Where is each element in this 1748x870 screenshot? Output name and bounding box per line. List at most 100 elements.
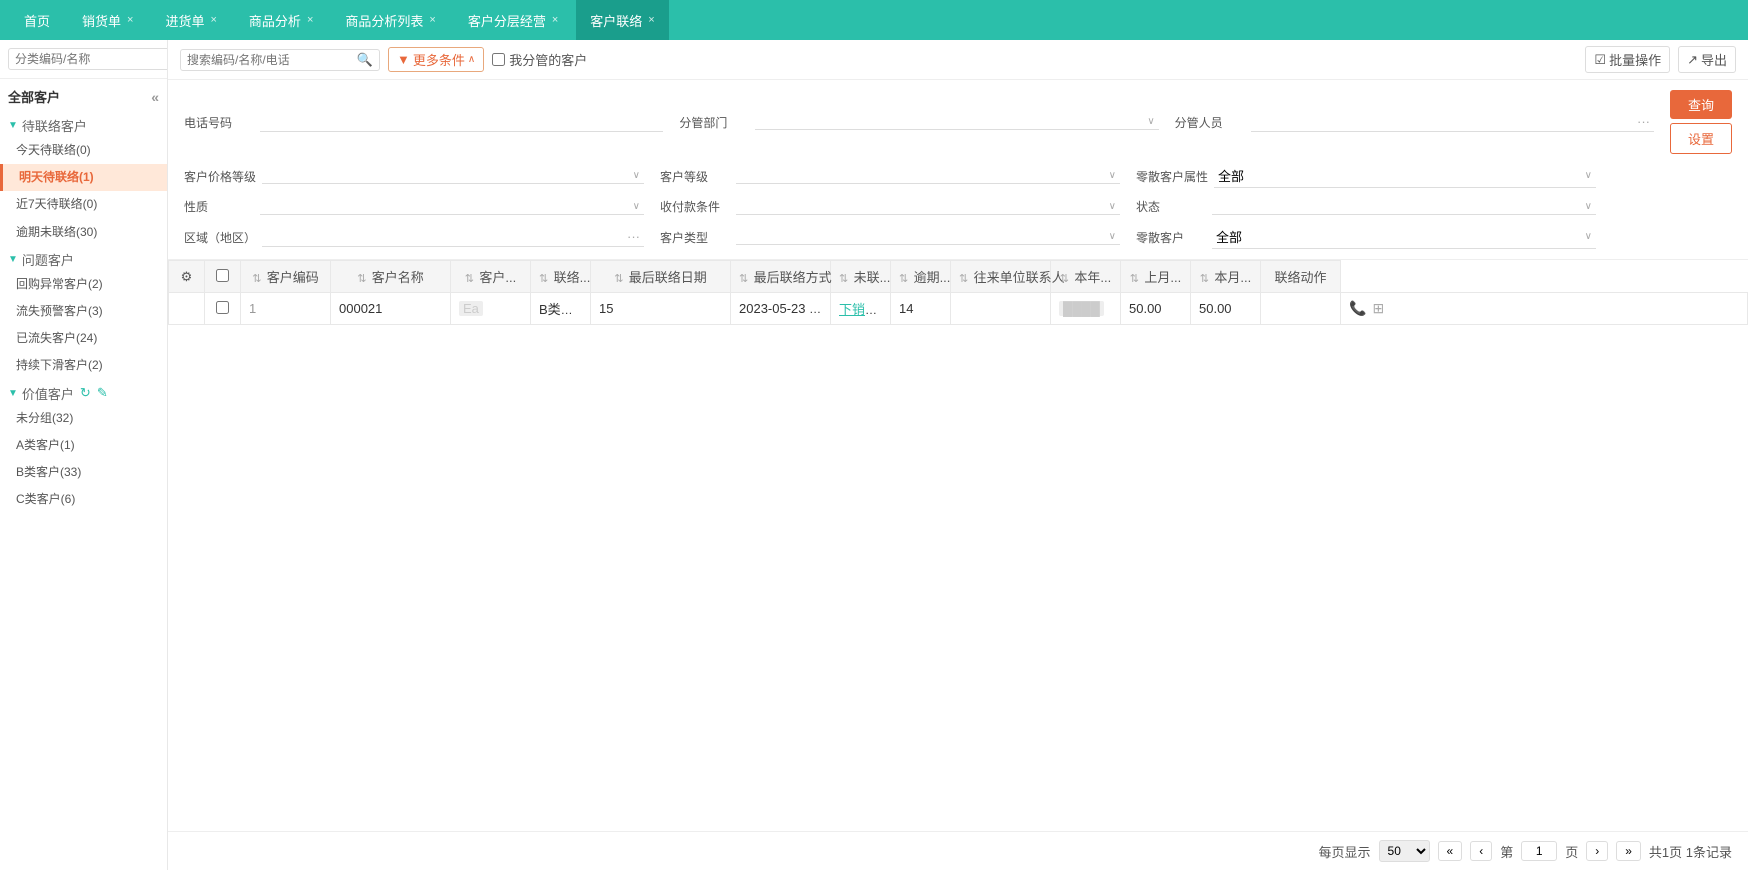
last-method-link[interactable]: 下销货单 [839, 302, 891, 317]
sort-icon-12[interactable]: ⇅ [1200, 273, 1209, 285]
filter-gender-select[interactable]: ∨ [260, 199, 644, 215]
nav-customer-tier[interactable]: 客户分层经营 × [454, 0, 572, 40]
row-no-cell: 1 [241, 293, 331, 325]
sidebar-item-repurchase[interactable]: 回购异常客户(2) [0, 271, 167, 298]
nav-sales[interactable]: 销货单 × [68, 0, 147, 40]
nav-purchase[interactable]: 进货单 × [151, 0, 230, 40]
query-button[interactable]: 查询 [1670, 90, 1732, 119]
filter-status-select[interactable]: ∨ [1212, 199, 1596, 215]
sort-icon-9[interactable]: ⇅ [959, 273, 968, 285]
filter-btn[interactable]: ▼ 更多条件 ∧ [388, 47, 484, 72]
sidebar-item-churned[interactable]: 已流失客户(24) [0, 325, 167, 352]
nav-purchase-close[interactable]: × [210, 14, 216, 26]
sidebar-item-declining[interactable]: 持续下滑客户(2) [0, 352, 167, 379]
sort-icon[interactable]: ⇅ [252, 273, 261, 285]
row-action-cell: 📞 ⊞ [1341, 293, 1748, 325]
triangle-icon-2: ▼ [8, 254, 18, 265]
sidebar-item-class-b[interactable]: B类客户(33) [0, 459, 167, 486]
sidebar-item-today[interactable]: 今天待联络(0) [0, 137, 167, 164]
export-btn[interactable]: ↗ 导出 [1678, 46, 1736, 73]
filter-dept-select[interactable]: ∨ [755, 114, 1158, 130]
first-page-btn[interactable]: « [1438, 841, 1463, 861]
filter-price-level-select[interactable]: ∨ [262, 168, 644, 184]
filter-icon: ▼ [397, 52, 410, 67]
filter-retail-customer-label: 零散客户 [1136, 229, 1206, 246]
filter-customer-type-select[interactable]: ∨ [736, 229, 1120, 245]
filter-customer-level-select[interactable]: ∨ [736, 168, 1120, 184]
settings-icon[interactable]: ⚙ [181, 269, 193, 284]
contact-person-blurred: ████ [1059, 301, 1104, 316]
nav-sales-close[interactable]: × [127, 14, 133, 26]
sidebar-item-tomorrow[interactable]: 明天待联络(1) [0, 164, 167, 191]
filter-phone-label: 电话号码 [184, 114, 254, 131]
col-settings-header[interactable]: ⚙ [169, 261, 205, 293]
filter-customer-level: 客户等级 ∨ [660, 168, 1120, 185]
sidebar-search-input[interactable] [8, 48, 168, 70]
my-customers-toggle[interactable]: 我分管的客户 [492, 50, 587, 69]
phone-icon[interactable]: 📞 [1349, 300, 1366, 317]
sort-icon-4[interactable]: ⇅ [539, 273, 548, 285]
select-all-checkbox[interactable] [216, 269, 229, 282]
row-person-cell: ████ [1051, 293, 1121, 325]
row-checkbox[interactable] [216, 301, 229, 314]
grid-icon[interactable]: ⊞ [1372, 300, 1384, 317]
sort-icon-2[interactable]: ⇅ [357, 273, 366, 285]
sort-icon-7[interactable]: ⇅ [839, 273, 848, 285]
sidebar-item-class-c[interactable]: C类客户(6) [0, 486, 167, 513]
filter-payment-label: 收付款条件 [660, 198, 730, 215]
customer-name-blurred: Ea [459, 301, 483, 316]
search-icon-btn[interactable]: 🔍 [357, 52, 373, 68]
sort-icon-5[interactable]: ⇅ [614, 273, 623, 285]
sidebar-collapse-icon[interactable]: « [151, 89, 159, 105]
dots-icon-2[interactable]: ··· [627, 229, 640, 244]
filter-phone-input[interactable] [260, 113, 663, 132]
nav-home[interactable]: 首页 [10, 0, 64, 40]
sidebar-item-class-a[interactable]: A类客户(1) [0, 432, 167, 459]
nav-customer-contact[interactable]: 客户联络 × [576, 0, 668, 40]
dots-icon[interactable]: ··· [1637, 114, 1650, 129]
content-area: 🔍 ▼ 更多条件 ∧ 我分管的客户 ☑ 批量操作 ↗ 导出 [168, 40, 1748, 870]
prev-page-btn[interactable]: ‹ [1470, 841, 1492, 861]
last-page-btn[interactable]: » [1616, 841, 1641, 861]
value-group-edit-icon[interactable]: ✎ [97, 385, 108, 401]
filter-payment-select[interactable]: ∨ [736, 199, 1120, 215]
row-settings-cell [169, 293, 205, 325]
nav-product-analysis-list[interactable]: 商品分析列表 × [331, 0, 449, 40]
page-input[interactable] [1521, 841, 1557, 861]
nav-product-analysis-list-close[interactable]: × [429, 14, 435, 26]
filter-status: 状态 ∨ [1136, 198, 1596, 215]
row-last-date-cell: 2023-05-23 18:25: [731, 293, 831, 325]
sidebar-all-customers[interactable]: 全部客户 « [0, 79, 167, 110]
nav-product-analysis[interactable]: 商品分析 × [235, 0, 327, 40]
filter-manager-label: 分管人员 [1175, 114, 1245, 131]
sort-icon-3[interactable]: ⇅ [465, 273, 474, 285]
nav-product-analysis-close[interactable]: × [307, 14, 313, 26]
settings-button[interactable]: 设置 [1670, 123, 1732, 154]
chevron-down-icon-3: ∨ [1109, 170, 1116, 181]
filter-retail-attr-select[interactable]: 全部 ∨ [1214, 164, 1596, 188]
nav-customer-tier-close[interactable]: × [552, 14, 558, 26]
filter-price-level: 客户价格等级 ∨ [184, 168, 644, 185]
search-input[interactable] [187, 53, 353, 67]
next-page-btn[interactable]: › [1586, 841, 1608, 861]
filter-region-select[interactable]: ··· [262, 227, 644, 247]
sidebar-item-churn-warning[interactable]: 流失预警客户(3) [0, 298, 167, 325]
col-check-header[interactable] [205, 261, 241, 293]
col-action-header: 联络动作 [1261, 261, 1341, 293]
sort-icon-11[interactable]: ⇅ [1130, 273, 1139, 285]
sidebar-item-7days[interactable]: 近7天待联络(0) [0, 191, 167, 218]
pagination-footer: 每页显示 50 100 200 « ‹ 第 页 › » 共1页 1条记录 [168, 831, 1748, 870]
nav-customer-contact-close[interactable]: × [648, 14, 654, 26]
filter-retail-customer-select[interactable]: 全部 ∨ [1212, 225, 1596, 249]
sidebar-pending-group: ▼ 待联络客户 [0, 110, 167, 137]
sidebar-item-overdue[interactable]: 逾期未联络(30) [0, 219, 167, 246]
sidebar-item-ungrouped[interactable]: 未分组(32) [0, 405, 167, 432]
batch-btn[interactable]: ☑ 批量操作 [1585, 46, 1670, 73]
sort-icon-6[interactable]: ⇅ [739, 273, 748, 285]
per-page-select[interactable]: 50 100 200 [1379, 840, 1430, 862]
sort-icon-8[interactable]: ⇅ [899, 273, 908, 285]
sort-icon-10[interactable]: ⇅ [1060, 273, 1069, 285]
my-customers-checkbox[interactable] [492, 53, 505, 66]
filter-manager-select[interactable]: ··· [1251, 112, 1654, 132]
value-group-refresh-icon[interactable]: ↻ [80, 385, 91, 401]
